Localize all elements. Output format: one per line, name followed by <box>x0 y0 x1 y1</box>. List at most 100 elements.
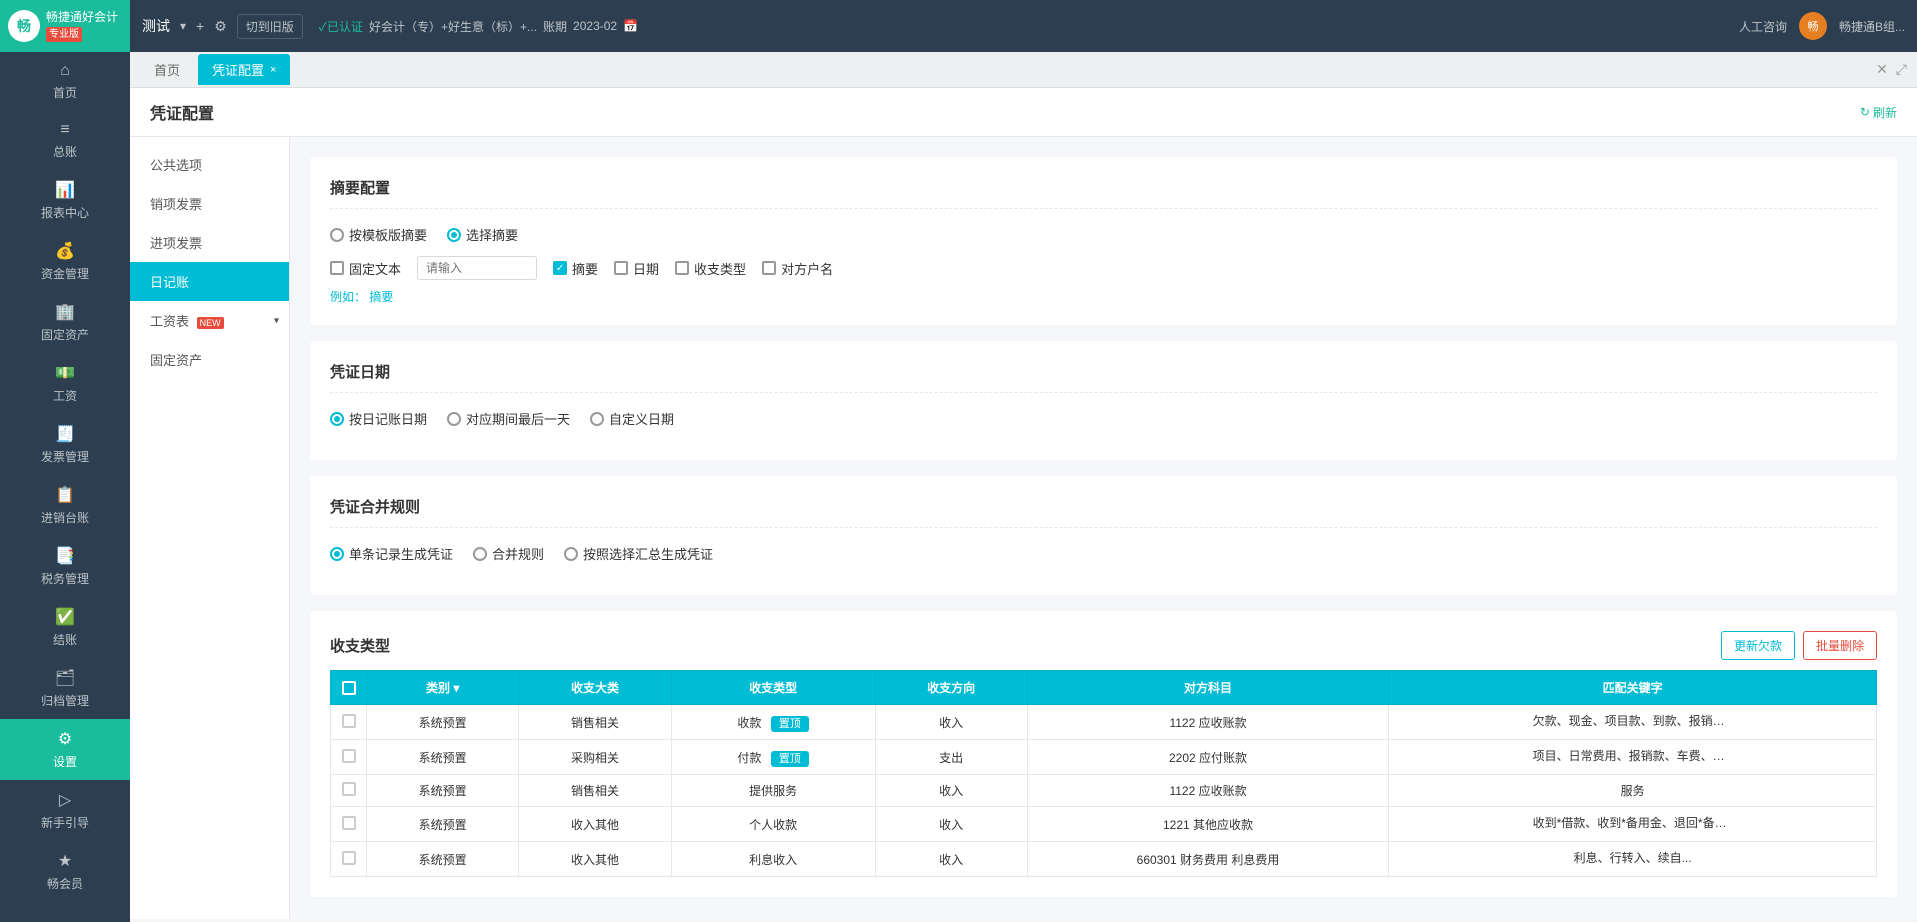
td-main-type: 采购相关 <box>519 740 671 775</box>
radio-custom-date[interactable]: 自定义日期 <box>590 409 674 428</box>
radio-journal-date[interactable]: 按日记账日期 <box>330 409 427 428</box>
sidebar-item-member[interactable]: ★ 畅会员 <box>0 841 130 902</box>
consult-label[interactable]: 人工咨询 <box>1739 18 1787 35</box>
radio-circle <box>564 547 578 561</box>
row-checkbox[interactable] <box>342 782 356 796</box>
finance-icon: 💰 <box>55 241 75 261</box>
window-controls: ✕ ⤢ <box>1876 61 1907 78</box>
sidebar-item-assets[interactable]: 🏢 固定资产 <box>0 292 130 353</box>
top-tag[interactable]: 置顶 <box>771 716 809 732</box>
archive-icon: 🗂 <box>55 668 75 688</box>
calendar-icon[interactable]: 📅 <box>623 19 638 33</box>
td-main-type: 收入其他 <box>519 807 671 842</box>
nav-item-purchase-invoice[interactable]: 进项发票 <box>130 223 289 262</box>
summary-checkbox-row: 固定文本 ✓ 摘要 日期 收支类型 <box>330 256 1877 280</box>
row-checkbox[interactable] <box>342 714 356 728</box>
refresh-button[interactable]: ↻ 刷新 <box>1860 104 1897 121</box>
td-main-type: 销售相关 <box>519 775 671 807</box>
sidebar-item-settings[interactable]: ⚙ 设置 <box>0 719 130 780</box>
row-checkbox[interactable] <box>342 851 356 865</box>
dropdown-arrow-icon[interactable]: ▾ <box>180 19 186 33</box>
expand-icon: ▾ <box>274 315 279 326</box>
income-expense-section: 收支类型 更新欠款 批量删除 类别 ▾ <box>310 611 1897 897</box>
checkbox-box-checked: ✓ <box>553 261 567 275</box>
window-maximize-icon[interactable]: ⤢ <box>1896 61 1907 78</box>
radio-template-summary[interactable]: 按模板版摘要 <box>330 225 427 244</box>
checkbox-summary[interactable]: ✓ 摘要 <box>553 259 598 278</box>
sidebar-item-label: 税务管理 <box>41 570 89 587</box>
radio-select-summary[interactable]: 选择摘要 <box>447 225 518 244</box>
row-checkbox[interactable] <box>342 749 356 763</box>
sidebar: 畅 畅捷通好会计 专业版 ⌂ 首页 ≡ 总账 📊 报表中心 💰 资金管理 🏢 固… <box>0 0 130 922</box>
th-direction: 收支方向 <box>875 671 1027 705</box>
left-nav: 公共选项 销项发票 进项发票 日记账 工资表 NEW ▾ <box>130 137 290 919</box>
batch-delete-button[interactable]: 批量删除 <box>1803 631 1877 660</box>
th-account: 对方科目 <box>1027 671 1388 705</box>
fixed-text-input[interactable] <box>417 256 537 280</box>
topbar-add-icon[interactable]: + <box>196 18 204 34</box>
user-avatar: 畅 <box>1799 12 1827 40</box>
nav-item-journal[interactable]: 日记账 <box>130 262 289 301</box>
th-checkbox <box>331 671 367 705</box>
td-category: 系统预置 <box>367 807 519 842</box>
td-checkbox <box>331 807 367 842</box>
sidebar-item-archive[interactable]: 🗂 归档管理 <box>0 658 130 719</box>
td-direction: 收入 <box>875 775 1027 807</box>
th-category: 类别 ▾ <box>367 671 519 705</box>
summary-radio-group: 按模板版摘要 选择摘要 <box>330 225 1877 244</box>
radio-merge-rule[interactable]: 合并规则 <box>473 544 544 563</box>
sidebar-item-label: 发票管理 <box>41 448 89 465</box>
tab-close-icon[interactable]: × <box>270 64 276 76</box>
radio-aggregate[interactable]: 按照选择汇总生成凭证 <box>564 544 713 563</box>
row-checkbox[interactable] <box>342 816 356 830</box>
switch-version-button[interactable]: 切到旧版 <box>237 14 303 39</box>
nav-item-fixed-assets[interactable]: 固定资产 <box>130 340 289 379</box>
select-all-checkbox[interactable] <box>342 681 356 695</box>
td-sub-type: 收款 置顶 <box>671 705 875 740</box>
sidebar-item-salary[interactable]: 💵 工资 <box>0 353 130 414</box>
nav-item-sales-invoice[interactable]: 销项发票 <box>130 184 289 223</box>
app-logo: 畅 畅捷通好会计 专业版 <box>0 0 130 52</box>
tab-home[interactable]: 首页 <box>140 54 194 85</box>
nav-item-public[interactable]: 公共选项 <box>130 145 289 184</box>
summary-config-title: 摘要配置 <box>330 177 1877 209</box>
td-keywords: 收到*借款、收到*备用金、退回*备用金、个人 <box>1389 807 1877 842</box>
topbar-settings-icon[interactable]: ⚙ <box>214 18 227 35</box>
sidebar-item-label: 工资 <box>53 387 77 404</box>
sidebar-item-home[interactable]: ⌂ 首页 <box>0 52 130 111</box>
checkbox-type[interactable]: 收支类型 <box>675 259 746 278</box>
sidebar-item-purchase[interactable]: 📋 进销台账 <box>0 475 130 536</box>
td-main-type: 收入其他 <box>519 842 671 877</box>
settings-icon: ⚙ <box>58 729 72 749</box>
top-tag[interactable]: 置顶 <box>771 751 809 767</box>
sidebar-item-guide[interactable]: ▷ 新手引导 <box>0 780 130 841</box>
td-checkbox <box>331 775 367 807</box>
sidebar-item-ledger[interactable]: ≡ 总账 <box>0 111 130 170</box>
table-row: 系统预置 采购相关 付款 置顶 支出 2202 应付账款 项目、日常费用、报销款… <box>331 740 1877 775</box>
update-button[interactable]: 更新欠款 <box>1721 631 1795 660</box>
sidebar-item-tax[interactable]: 📑 税务管理 <box>0 536 130 597</box>
guide-icon: ▷ <box>59 790 71 810</box>
sidebar-item-closing[interactable]: ✅ 结账 <box>0 597 130 658</box>
th-main-type: 收支大类 <box>519 671 671 705</box>
checkbox-fixed-text[interactable]: 固定文本 <box>330 259 401 278</box>
window-close-icon[interactable]: ✕ <box>1876 61 1888 78</box>
td-account: 1122 应收账款 <box>1027 705 1388 740</box>
checkbox-counterparty[interactable]: 对方户名 <box>762 259 833 278</box>
period-label: 账期 <box>543 18 567 35</box>
radio-circle-checked <box>330 412 344 426</box>
sidebar-item-label: 固定资产 <box>41 326 89 343</box>
sidebar-item-label: 资金管理 <box>41 265 89 282</box>
radio-circle <box>447 412 461 426</box>
sidebar-item-finance[interactable]: 💰 资金管理 <box>0 231 130 292</box>
checkbox-date[interactable]: 日期 <box>614 259 659 278</box>
radio-circle <box>590 412 604 426</box>
sidebar-item-reports[interactable]: 📊 报表中心 <box>0 170 130 231</box>
tab-voucher-config[interactable]: 凭证配置 × <box>198 54 290 85</box>
radio-period-last-day[interactable]: 对应期间最后一天 <box>447 409 570 428</box>
sidebar-item-invoice[interactable]: 🧾 发票管理 <box>0 414 130 475</box>
two-panel: 公共选项 销项发票 进项发票 日记账 工资表 NEW ▾ <box>130 137 1917 919</box>
topbar-right: 人工咨询 畅 畅捷通B组... <box>1739 12 1905 40</box>
nav-item-payroll[interactable]: 工资表 NEW ▾ <box>130 301 289 340</box>
radio-single-record[interactable]: 单条记录生成凭证 <box>330 544 453 563</box>
